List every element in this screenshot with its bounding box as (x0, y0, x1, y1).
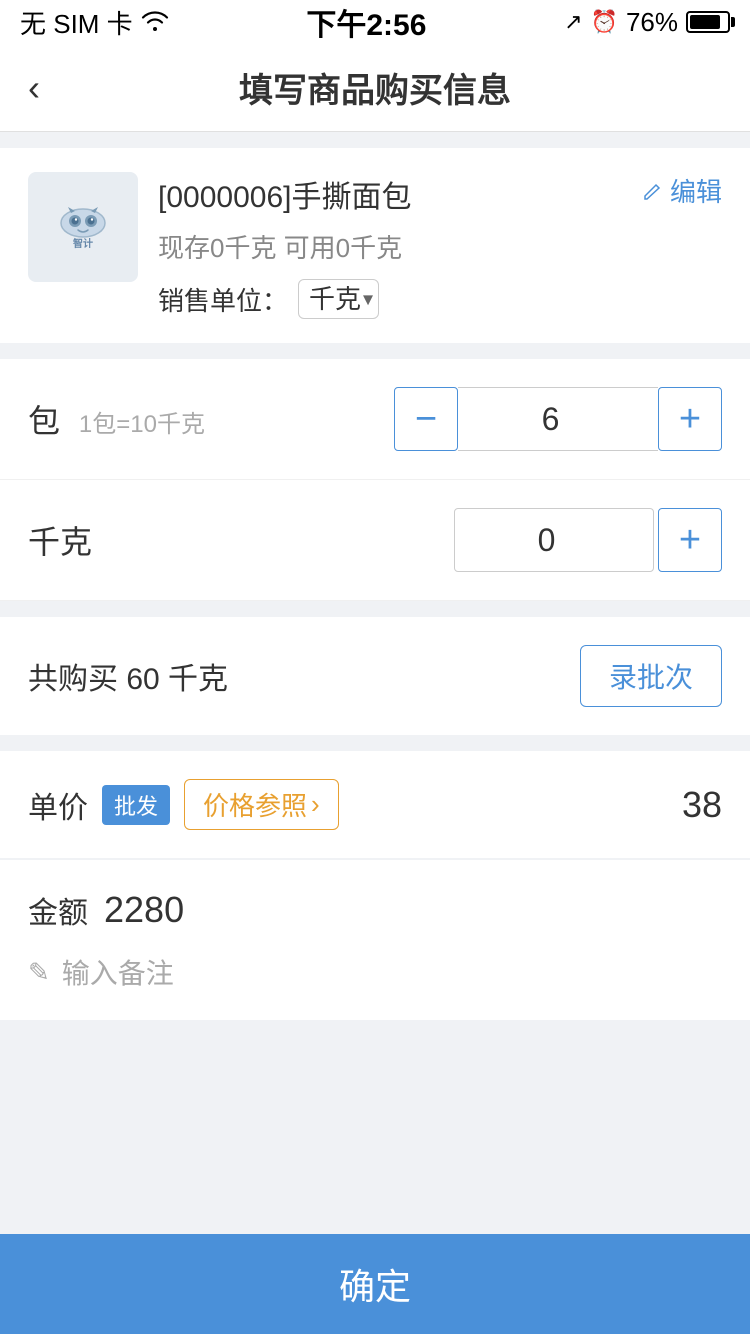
alarm-icon: ⏰ (591, 9, 618, 35)
carrier-text: 无 SIM 卡 (20, 4, 133, 41)
amount-row: 金额 2280 (28, 888, 722, 932)
confirm-button[interactable]: 确定 (0, 1234, 750, 1334)
summary-section: 共购买 60 千克 录批次 (0, 617, 750, 735)
price-value: 38 (682, 784, 722, 826)
price-tag: 批发 (102, 785, 170, 825)
unit-label: 销售单位： (158, 281, 288, 318)
remark-placeholder: 输入备注 (62, 952, 174, 992)
nav-bar: ‹ 填写商品购买信息 (0, 44, 750, 132)
status-bar: 无 SIM 卡 下午2:56 ↗ ⏰ 76% (0, 0, 750, 44)
price-label: 单价 (28, 783, 88, 827)
remark-row[interactable]: ✎ 输入备注 (28, 952, 722, 992)
product-stock: 现存0千克 可用0千克 (158, 228, 722, 265)
svg-text:智计: 智计 (73, 237, 93, 250)
quantity-input-kg[interactable] (454, 508, 654, 572)
wifi-icon (141, 7, 169, 38)
increase-kg-button[interactable]: + (658, 508, 722, 572)
battery-icon (686, 11, 730, 33)
time-display: 下午2:56 (306, 0, 426, 44)
quantity-hint-bao: 1包=10千克 (79, 411, 205, 438)
quantity-row-kg: 千克 + (0, 480, 750, 601)
quantity-label-bao: 包 1包=10千克 (28, 396, 394, 442)
back-button[interactable]: ‹ (28, 67, 40, 109)
battery-percent: 76% (626, 7, 678, 38)
price-ref-button[interactable]: 价格参照 › (184, 779, 339, 830)
price-section: 单价 批发 价格参照 › 38 (0, 751, 750, 858)
unit-select-wrap[interactable]: 千克 (298, 279, 379, 319)
page-title: 填写商品购买信息 (239, 63, 511, 112)
product-unit-row: 销售单位： 千克 (158, 279, 722, 319)
product-thumbnail: 智计 (28, 172, 138, 282)
batch-button[interactable]: 录批次 (580, 645, 722, 707)
quantity-row-bao: 包 1包=10千克 − + (0, 359, 750, 480)
status-left: 无 SIM 卡 (20, 4, 169, 41)
amount-section: 金额 2280 ✎ 输入备注 (0, 860, 750, 1020)
location-icon: ↗ (564, 9, 582, 35)
quantity-controls-kg: + (454, 508, 722, 572)
status-right: ↗ ⏰ 76% (564, 7, 730, 38)
product-info: [0000006]手撕面包 现存0千克 可用0千克 销售单位： 千克 (158, 172, 722, 319)
quantity-input-bao[interactable] (458, 387, 658, 451)
summary-text: 共购买 60 千克 (28, 654, 228, 698)
product-name: [0000006]手撕面包 (158, 172, 722, 216)
quantity-label-kg: 千克 (28, 517, 454, 563)
quantity-section: 包 1包=10千克 − + 千克 + (0, 359, 750, 601)
unit-select[interactable]: 千克 (298, 279, 379, 319)
product-card: 智计 [0000006]手撕面包 现存0千克 可用0千克 销售单位： 千克 编辑 (0, 148, 750, 343)
amount-value: 2280 (104, 889, 184, 931)
edit-button[interactable]: 编辑 (642, 172, 722, 209)
decrease-bao-button[interactable]: − (394, 387, 458, 451)
increase-bao-button[interactable]: + (658, 387, 722, 451)
remark-icon: ✎ (28, 957, 50, 988)
amount-label: 金额 (28, 888, 88, 932)
quantity-controls-bao: − + (394, 387, 722, 451)
